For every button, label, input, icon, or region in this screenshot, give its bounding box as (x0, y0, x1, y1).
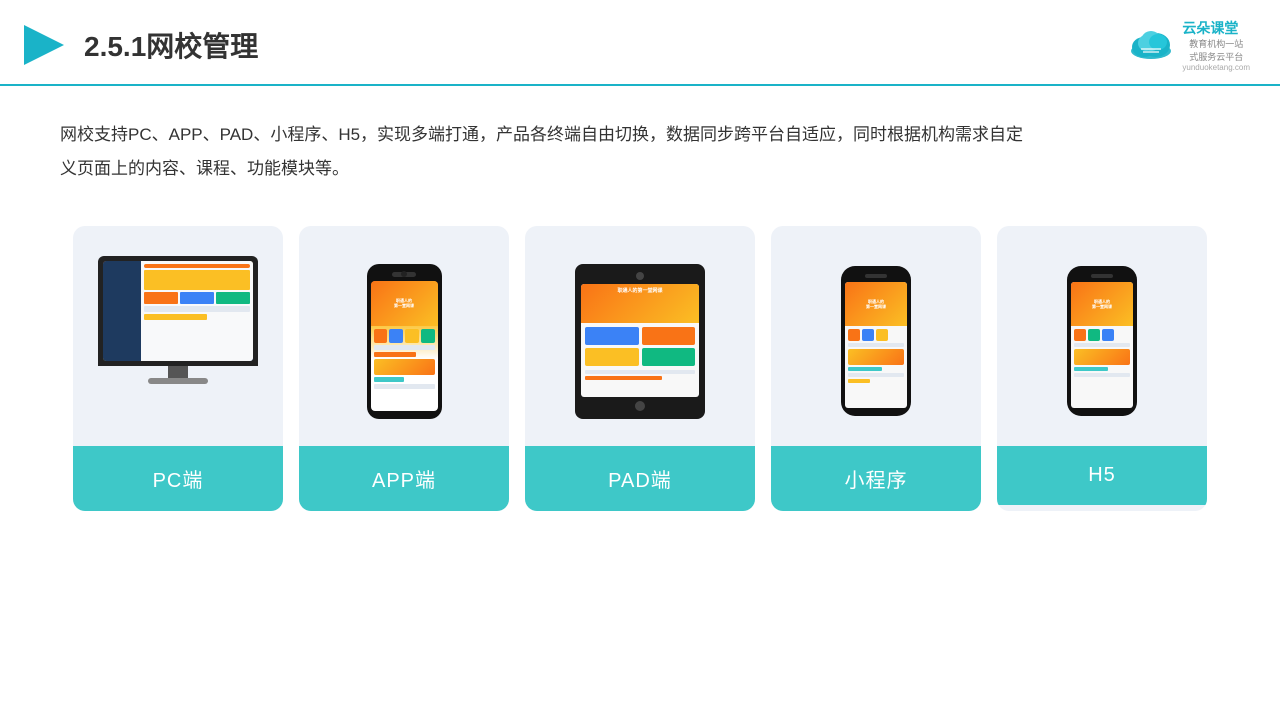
pc-content (141, 261, 254, 361)
tablet-cell-1 (585, 327, 639, 345)
card-miniprogram-label: 小程序 (771, 446, 981, 511)
tablet-home-bottom (635, 401, 645, 411)
card-pc-label: PC端 (73, 446, 283, 511)
card-app-label: APP端 (299, 446, 509, 511)
logo-text-area: 云朵课堂 教育机构一站 式服务云平台 yunduoketang.com (1182, 18, 1250, 72)
h5-phone-mockup: 职通人的第一堂网课 (1067, 266, 1137, 416)
phone-mockup-app: 职通人的第一堂网课 (367, 264, 442, 419)
h5-screen: 职通人的第一堂网课 (1071, 282, 1133, 408)
card-miniprogram: 职通人的第一堂网课 (771, 226, 981, 511)
card-pc-image (73, 226, 283, 446)
play-icon (20, 21, 68, 69)
pc-screen (103, 261, 253, 361)
pc-neck (168, 366, 188, 378)
pc-mockup (93, 256, 263, 426)
card-h5-image: 职通人的第一堂网课 (997, 226, 1207, 446)
h5-top-text: 职通人的第一堂网课 (1092, 299, 1112, 310)
mini-screen-top: 职通人的第一堂网课 (845, 282, 907, 326)
tablet-screen-top: 职通人的第一堂网课 (581, 284, 699, 324)
card-pad-label: PAD端 (525, 446, 755, 511)
phone-screen-app: 职通人的第一堂网课 (371, 281, 438, 411)
card-h5: 职通人的第一堂网课 H5 (997, 226, 1207, 511)
mini-top-text: 职通人的第一堂网课 (866, 299, 886, 310)
pc-base (148, 378, 208, 384)
h5-screen-body (1071, 326, 1133, 382)
mini-screen-body (845, 326, 907, 388)
tablet-cell-3 (585, 348, 639, 366)
cloud-logo-icon (1126, 27, 1176, 63)
pc-sidebar (103, 261, 141, 361)
tablet-cell-4 (642, 348, 696, 366)
tablet-cell-2 (642, 327, 696, 345)
mini-notch (865, 274, 887, 278)
phone-screen-header-text-app: 职通人的第一堂网课 (394, 298, 414, 309)
logo-brand: 云朵课堂 (1182, 18, 1250, 38)
card-pad-image: 职通人的第一堂网课 (525, 226, 755, 446)
phone-notch-app (392, 272, 416, 277)
tablet-top-text: 职通人的第一堂网课 (585, 288, 695, 295)
cards-container: PC端 职通人的第一堂网课 (0, 206, 1280, 541)
tablet-home-btn (636, 272, 644, 280)
logo-url: yunduoketang.com (1182, 63, 1250, 72)
page-title: 2.5.1网校管理 (84, 25, 258, 65)
header: 2.5.1网校管理 云朵课堂 教育机构一站 式服务云平台 yunduoketan… (0, 0, 1280, 86)
card-miniprogram-image: 职通人的第一堂网课 (771, 226, 981, 446)
card-app: 职通人的第一堂网课 (299, 226, 509, 511)
header-left: 2.5.1网校管理 (20, 21, 258, 69)
card-h5-label: H5 (997, 446, 1207, 505)
mini-img-block (848, 349, 904, 365)
tablet-mockup: 职通人的第一堂网课 (575, 264, 705, 419)
mini-phone-mockup: 职通人的第一堂网课 (841, 266, 911, 416)
card-pad: 职通人的第一堂网课 PAD端 (525, 226, 755, 511)
card-pc: PC端 (73, 226, 283, 511)
h5-notch (1091, 274, 1113, 278)
pc-monitor (98, 256, 258, 366)
h5-screen-top: 职通人的第一堂网课 (1071, 282, 1133, 326)
tablet-screen: 职通人的第一堂网课 (581, 284, 699, 397)
description-text: 网校支持PC、APP、PAD、小程序、H5，实现多端打通，产品各终端自由切换，数… (0, 86, 1100, 206)
logo-desc: 教育机构一站 式服务云平台 (1182, 38, 1250, 63)
mini-screen: 职通人的第一堂网课 (845, 282, 907, 408)
logo-area: 云朵课堂 教育机构一站 式服务云平台 yunduoketang.com (1126, 18, 1250, 72)
card-app-image: 职通人的第一堂网课 (299, 226, 509, 446)
tablet-grid (581, 323, 699, 370)
